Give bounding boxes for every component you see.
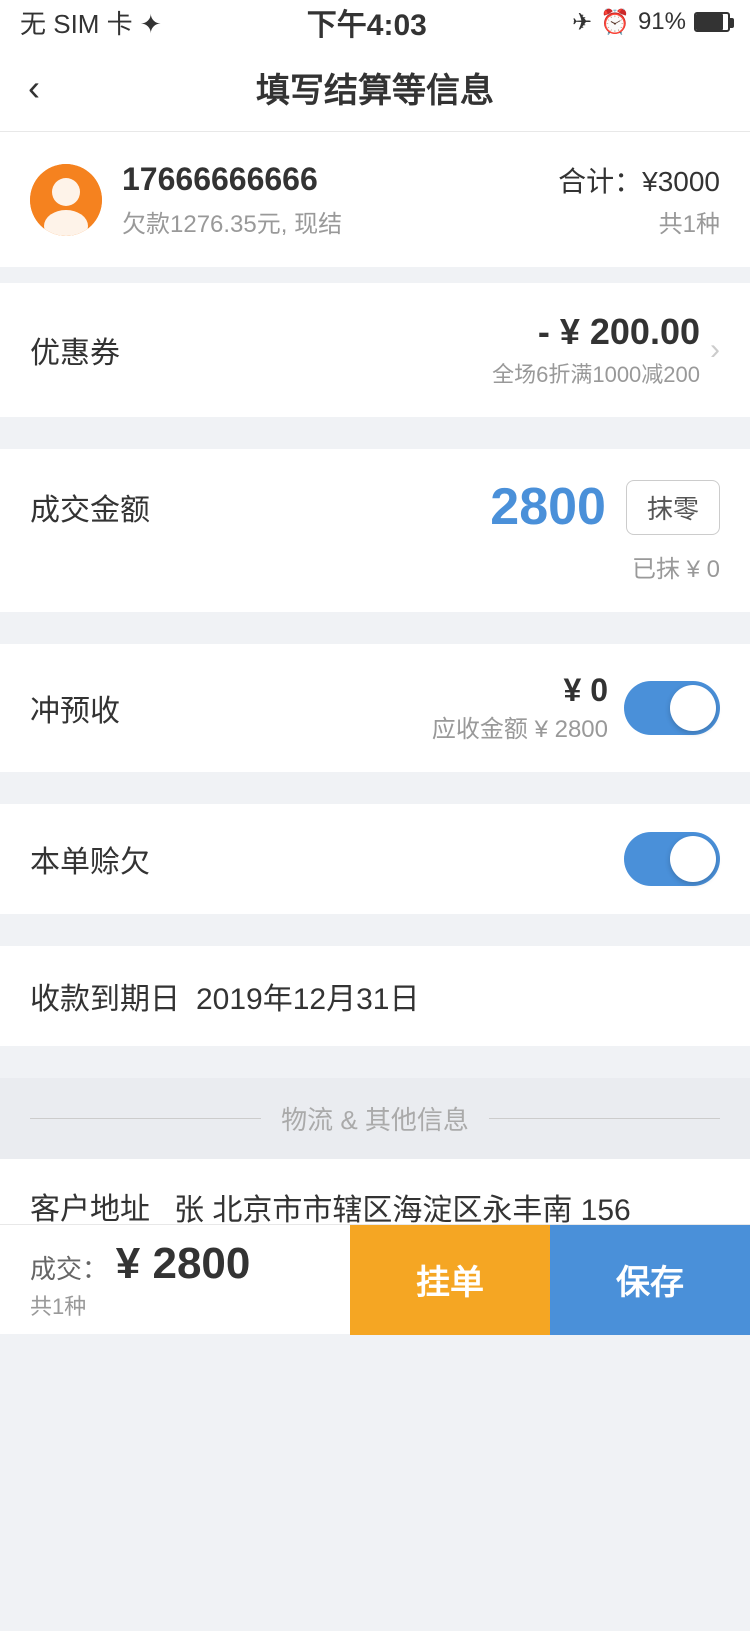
debit-section: 本单赊欠 <box>0 804 750 914</box>
customer-left: 17666666666 欠款1276.35元, 现结 <box>30 161 342 239</box>
customer-right: 合计：¥3000 共1种 <box>558 160 720 239</box>
section-divider-2 <box>0 628 750 644</box>
debit-toggle[interactable] <box>624 832 720 886</box>
prepay-amount-group: ¥ 0 应收金额 ¥ 2800 <box>432 672 608 744</box>
bottom-summary-value: ¥ 2800 <box>116 1239 251 1288</box>
bottom-summary-row: 成交： ¥ 2800 <box>30 1239 320 1289</box>
battery-text: 91% <box>638 8 686 36</box>
divider-line-right <box>489 1118 720 1119</box>
chevron-right-icon: › <box>710 333 720 367</box>
date-section: 收款到期日 2019年12月31日 <box>0 946 750 1046</box>
prepay-section: 冲预收 ¥ 0 应收金额 ¥ 2800 <box>0 644 750 772</box>
battery-icon <box>694 12 730 32</box>
status-time: 下午4:03 <box>307 0 427 44</box>
bottom-bar: 成交： ¥ 2800 共1种 挂单 保存 <box>0 1224 750 1334</box>
alarm-icon: ⏰ <box>600 8 630 37</box>
section-divider-5 <box>0 1062 750 1078</box>
section-divider-3 <box>0 788 750 804</box>
bottom-summary-count: 共1种 <box>30 1289 320 1321</box>
section-divider-1 <box>0 433 750 449</box>
date-label: 收款到期日 <box>30 974 180 1018</box>
grey-fill <box>0 1311 750 1511</box>
round-button[interactable]: 抹零 <box>626 480 720 535</box>
prepay-toggle[interactable] <box>624 681 720 735</box>
total-label: 合计：¥3000 <box>558 160 720 200</box>
bottom-summary: 成交： ¥ 2800 共1种 <box>0 1239 350 1321</box>
hang-button[interactable]: 挂单 <box>350 1225 550 1335</box>
amount-row: 成交金额 2800 抹零 <box>30 477 720 537</box>
amount-label: 成交金额 <box>30 485 150 529</box>
customer-info: 17666666666 欠款1276.35元, 现结 <box>122 161 342 239</box>
back-button[interactable]: ‹ <box>28 67 40 109</box>
coupon-row[interactable]: 优惠券 - ¥ 200.00 全场6折满1000减200 › <box>0 283 750 417</box>
customer-phone: 17666666666 <box>122 161 342 198</box>
date-value: 2019年12月31日 <box>196 974 419 1018</box>
prepay-label: 冲预收 <box>30 686 120 730</box>
customer-card: 17666666666 欠款1276.35元, 现结 合计：¥3000 共1种 <box>0 132 750 267</box>
sim-text: 无 SIM 卡 ✦ <box>20 4 162 41</box>
total-count: 共1种 <box>558 204 720 239</box>
coupon-right: - ¥ 200.00 全场6折满1000减200 › <box>492 311 720 389</box>
amount-value: 2800 <box>490 477 606 537</box>
prepay-row: 冲预收 ¥ 0 应收金额 ¥ 2800 <box>30 672 720 744</box>
main-content: 17666666666 欠款1276.35元, 现结 合计：¥3000 共1种 … <box>0 132 750 1631</box>
debit-label: 本单赊欠 <box>30 837 150 881</box>
coupon-discount: - ¥ 200.00 <box>492 311 700 353</box>
section-divider-4 <box>0 930 750 946</box>
prepay-amount: ¥ 0 <box>432 672 608 709</box>
logistics-divider: 物流 & 其他信息 <box>0 1078 750 1159</box>
total-label-text: 合计： <box>558 166 642 197</box>
date-row: 收款到期日 2019年12月31日 <box>30 974 720 1018</box>
status-left: 无 SIM 卡 ✦ <box>20 4 162 41</box>
save-button[interactable]: 保存 <box>550 1225 750 1335</box>
logistics-divider-text: 物流 & 其他信息 <box>281 1100 469 1137</box>
page-title: 填写结算等信息 <box>256 63 494 112</box>
avatar <box>30 164 102 236</box>
divider-line-left <box>30 1118 261 1119</box>
customer-sub: 欠款1276.35元, 现结 <box>122 204 342 239</box>
prepay-sub: 应收金额 ¥ 2800 <box>432 709 608 744</box>
status-bar: 无 SIM 卡 ✦ 下午4:03 ✈ ⏰ 91% <box>0 0 750 44</box>
nav-bar: ‹ 填写结算等信息 <box>0 44 750 132</box>
bottom-summary-label: 成交： <box>30 1254 108 1284</box>
total-value: ¥3000 <box>642 166 720 197</box>
amount-section: 成交金额 2800 抹零 已抹 ¥ 0 <box>0 449 750 612</box>
location-icon: ✈ <box>572 8 592 37</box>
status-right: ✈ ⏰ 91% <box>572 8 730 37</box>
prepay-right: ¥ 0 应收金额 ¥ 2800 <box>432 672 720 744</box>
amount-right: 2800 抹零 <box>490 477 720 537</box>
amount-sub: 已抹 ¥ 0 <box>30 549 720 584</box>
coupon-label: 优惠券 <box>30 328 120 372</box>
coupon-desc: 全场6折满1000减200 <box>492 357 700 389</box>
